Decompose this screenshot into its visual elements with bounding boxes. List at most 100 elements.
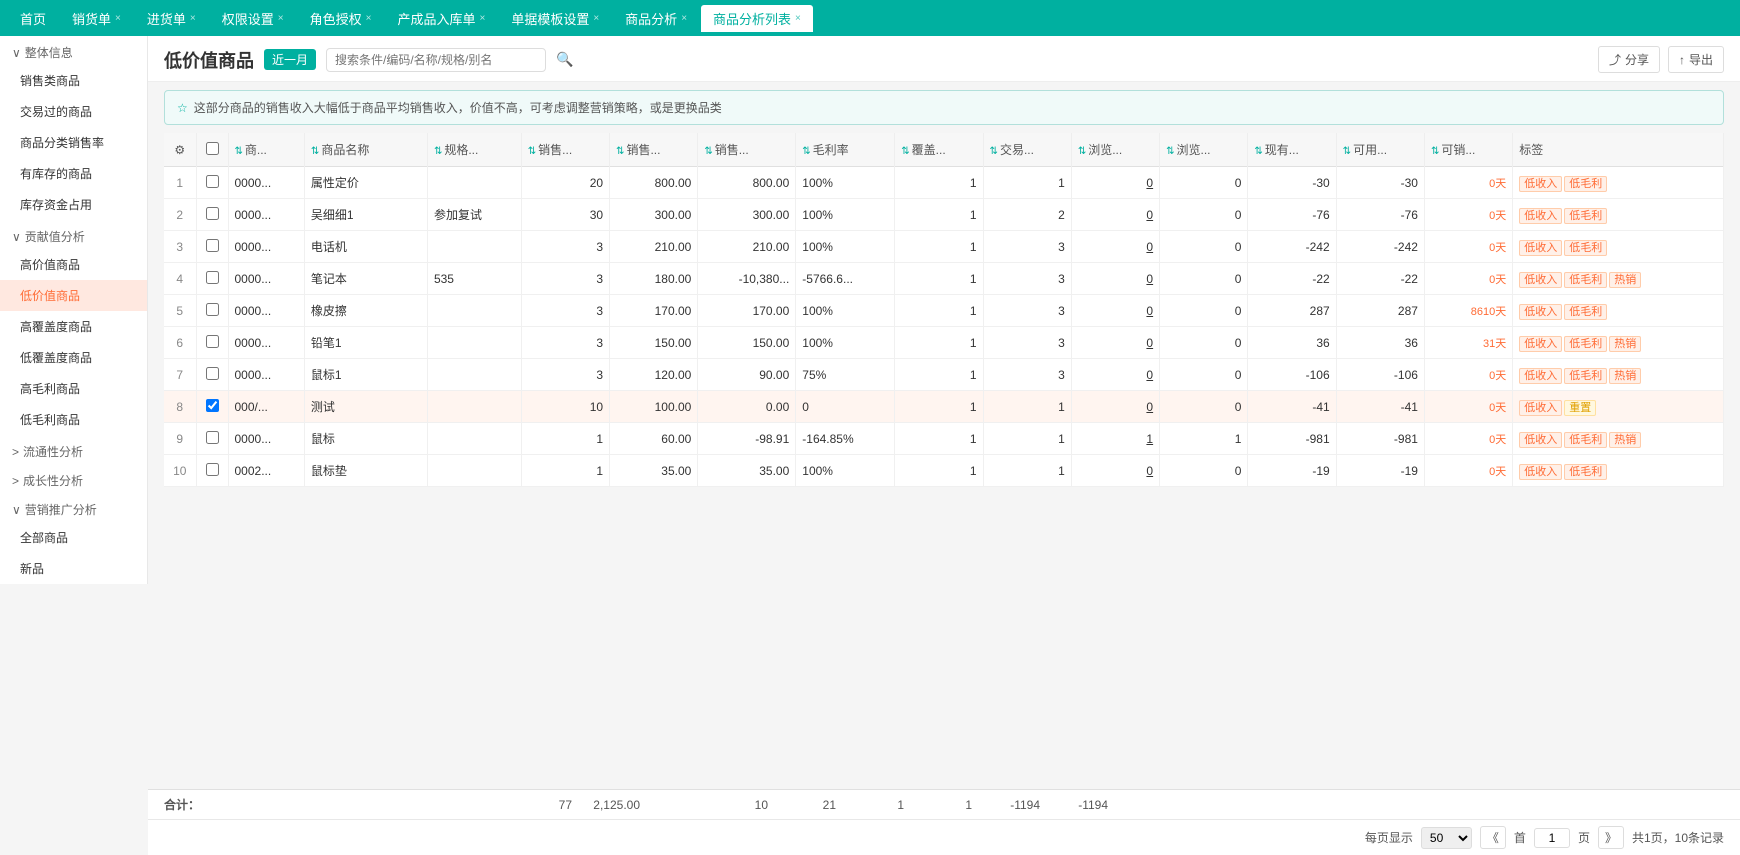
row-checkbox[interactable] [206, 399, 219, 412]
page-size-select[interactable]: 50 100 [1421, 827, 1472, 849]
app-root: 首页 销货单 × 进货单 × 权限设置 × 角色授权 × 产成品入库单 × 单据… [0, 0, 1740, 855]
row-coverage: 1 [895, 455, 983, 487]
row-spec [427, 295, 521, 327]
export-button[interactable]: ↑ 导出 [1668, 46, 1724, 73]
close-icon[interactable]: × [681, 13, 687, 24]
close-icon[interactable]: × [366, 13, 372, 24]
sidebar-item-inventory-capital[interactable]: 库存资金占用 [0, 189, 147, 220]
sidebar-item-stocked-products[interactable]: 有库存的商品 [0, 158, 147, 189]
row-browse2: 1 [1160, 423, 1248, 455]
sidebar-item-low-margin[interactable]: 低毛利商品 [0, 404, 147, 435]
nav-purchase-order[interactable]: 进货单 × [135, 5, 208, 32]
row-sale-price: 35.00 [610, 455, 698, 487]
close-icon[interactable]: × [190, 13, 196, 24]
last-page-button[interactable]: 》 [1598, 826, 1624, 849]
current-page-input[interactable] [1534, 828, 1570, 848]
row-sale-price: 120.00 [610, 359, 698, 391]
sidebar-item-high-margin[interactable]: 高毛利商品 [0, 373, 147, 404]
sidebar-item-all-products[interactable]: 全部商品 [0, 522, 147, 553]
sidebar-group-marketing[interactable]: ∨ 营销推广分析 [0, 493, 147, 522]
sidebar-item-new-products[interactable]: 新品 [0, 553, 147, 584]
sidebar-group-liquidity[interactable]: > 流通性分析 [0, 435, 147, 464]
nav-product-analysis[interactable]: 商品分析 × [613, 5, 699, 32]
trade-column-header[interactable]: ⇅交易... [983, 133, 1071, 167]
row-saleable: 0天 [1424, 199, 1512, 231]
row-spec: 535 [427, 263, 521, 295]
row-coverage: 1 [895, 231, 983, 263]
sidebar-group-contribution[interactable]: ∨ 贡献值分析 [0, 220, 147, 249]
row-checkbox[interactable] [206, 271, 219, 284]
spec-column-header[interactable]: ⇅规格... [427, 133, 521, 167]
sale-price-column-header[interactable]: ⇅销售... [610, 133, 698, 167]
row-trade-count: 3 [983, 327, 1071, 359]
sale-qty-column-header[interactable]: ⇅销售... [521, 133, 609, 167]
row-number: 2 [164, 199, 196, 231]
nav-doc-template[interactable]: 单据模板设置 × [499, 5, 611, 32]
row-checkbox[interactable] [206, 303, 219, 316]
search-input[interactable] [326, 48, 546, 72]
row-saleable: 8610天 [1424, 295, 1512, 327]
browse2-column-header[interactable]: ⇅浏览... [1160, 133, 1248, 167]
settings-column-header[interactable]: ⚙ [164, 133, 196, 167]
sidebar-item-sales-products[interactable]: 销售类商品 [0, 65, 147, 96]
select-all-checkbox[interactable] [206, 142, 219, 155]
period-tag-button[interactable]: 近一月 [264, 49, 316, 70]
row-spec [427, 359, 521, 391]
close-icon[interactable]: × [278, 13, 284, 24]
close-icon[interactable]: × [479, 13, 485, 24]
nav-product-inbound[interactable]: 产成品入库单 × [385, 5, 497, 32]
row-checkbox[interactable] [206, 175, 219, 188]
nav-sales-order[interactable]: 销货单 × [60, 5, 133, 32]
row-checkbox-cell [196, 199, 228, 231]
row-checkbox[interactable] [206, 367, 219, 380]
row-checkbox[interactable] [206, 431, 219, 444]
row-number: 9 [164, 423, 196, 455]
tag-badge: 低毛利 [1564, 208, 1607, 224]
sidebar-group-overall[interactable]: ∨ 整体信息 [0, 36, 147, 65]
sidebar: ∨ 整体信息 销售类商品 交易过的商品 商品分类销售率 有库存的商品 库存资金占… [0, 36, 148, 584]
sidebar-item-low-coverage[interactable]: 低覆盖度商品 [0, 342, 147, 373]
sale-amount-column-header[interactable]: ⇅销售... [698, 133, 796, 167]
row-checkbox[interactable] [206, 207, 219, 220]
close-icon[interactable]: × [795, 13, 801, 24]
row-checkbox[interactable] [206, 239, 219, 252]
row-available-stock: -41 [1336, 391, 1424, 423]
nav-permission[interactable]: 权限设置 × [210, 5, 296, 32]
sidebar-group-growth[interactable]: > 成长性分析 [0, 464, 147, 493]
row-coverage: 1 [895, 359, 983, 391]
row-browse2: 0 [1160, 455, 1248, 487]
row-checkbox-cell [196, 423, 228, 455]
row-checkbox[interactable] [206, 463, 219, 476]
row-spec [427, 327, 521, 359]
search-icon[interactable]: 🔍 [556, 51, 573, 68]
row-saleable: 0天 [1424, 263, 1512, 295]
name-column-header[interactable]: ⇅商品名称 [304, 133, 427, 167]
browse1-column-header[interactable]: ⇅浏览... [1071, 133, 1159, 167]
share-button[interactable]: ⤴ 分享 [1598, 46, 1660, 73]
nav-home[interactable]: 首页 [8, 5, 58, 32]
nav-role-auth[interactable]: 角色授权 × [298, 5, 384, 32]
current-stock-column-header[interactable]: ⇅现有... [1248, 133, 1336, 167]
code-column-header[interactable]: ⇅商... [228, 133, 304, 167]
sidebar-item-high-value[interactable]: 高价值商品 [0, 249, 147, 280]
sidebar-item-low-value[interactable]: 低价值商品 [0, 280, 147, 311]
gross-margin-column-header[interactable]: ⇅毛利率 [796, 133, 895, 167]
tag-badge: 低收入 [1519, 176, 1562, 192]
saleable-column-header[interactable]: ⇅可销... [1424, 133, 1512, 167]
close-icon[interactable]: × [593, 13, 599, 24]
first-page-button[interactable]: 《 [1480, 826, 1506, 849]
available-stock-column-header[interactable]: ⇅可用... [1336, 133, 1424, 167]
summary-available-stock: -1194 [1048, 798, 1108, 812]
nav-product-analysis-list[interactable]: 商品分析列表 × [701, 5, 813, 32]
coverage-column-header[interactable]: ⇅覆盖... [895, 133, 983, 167]
row-checkbox-cell [196, 455, 228, 487]
sidebar-item-high-coverage[interactable]: 高覆盖度商品 [0, 311, 147, 342]
row-checkbox-cell [196, 391, 228, 423]
close-icon[interactable]: × [115, 13, 121, 24]
sidebar-item-traded-products[interactable]: 交易过的商品 [0, 96, 147, 127]
row-sale-price: 170.00 [610, 295, 698, 327]
sidebar-item-category-sales-rate[interactable]: 商品分类销售率 [0, 127, 147, 158]
page-label: 页 [1578, 829, 1590, 846]
row-trade-count: 1 [983, 391, 1071, 423]
row-checkbox[interactable] [206, 335, 219, 348]
